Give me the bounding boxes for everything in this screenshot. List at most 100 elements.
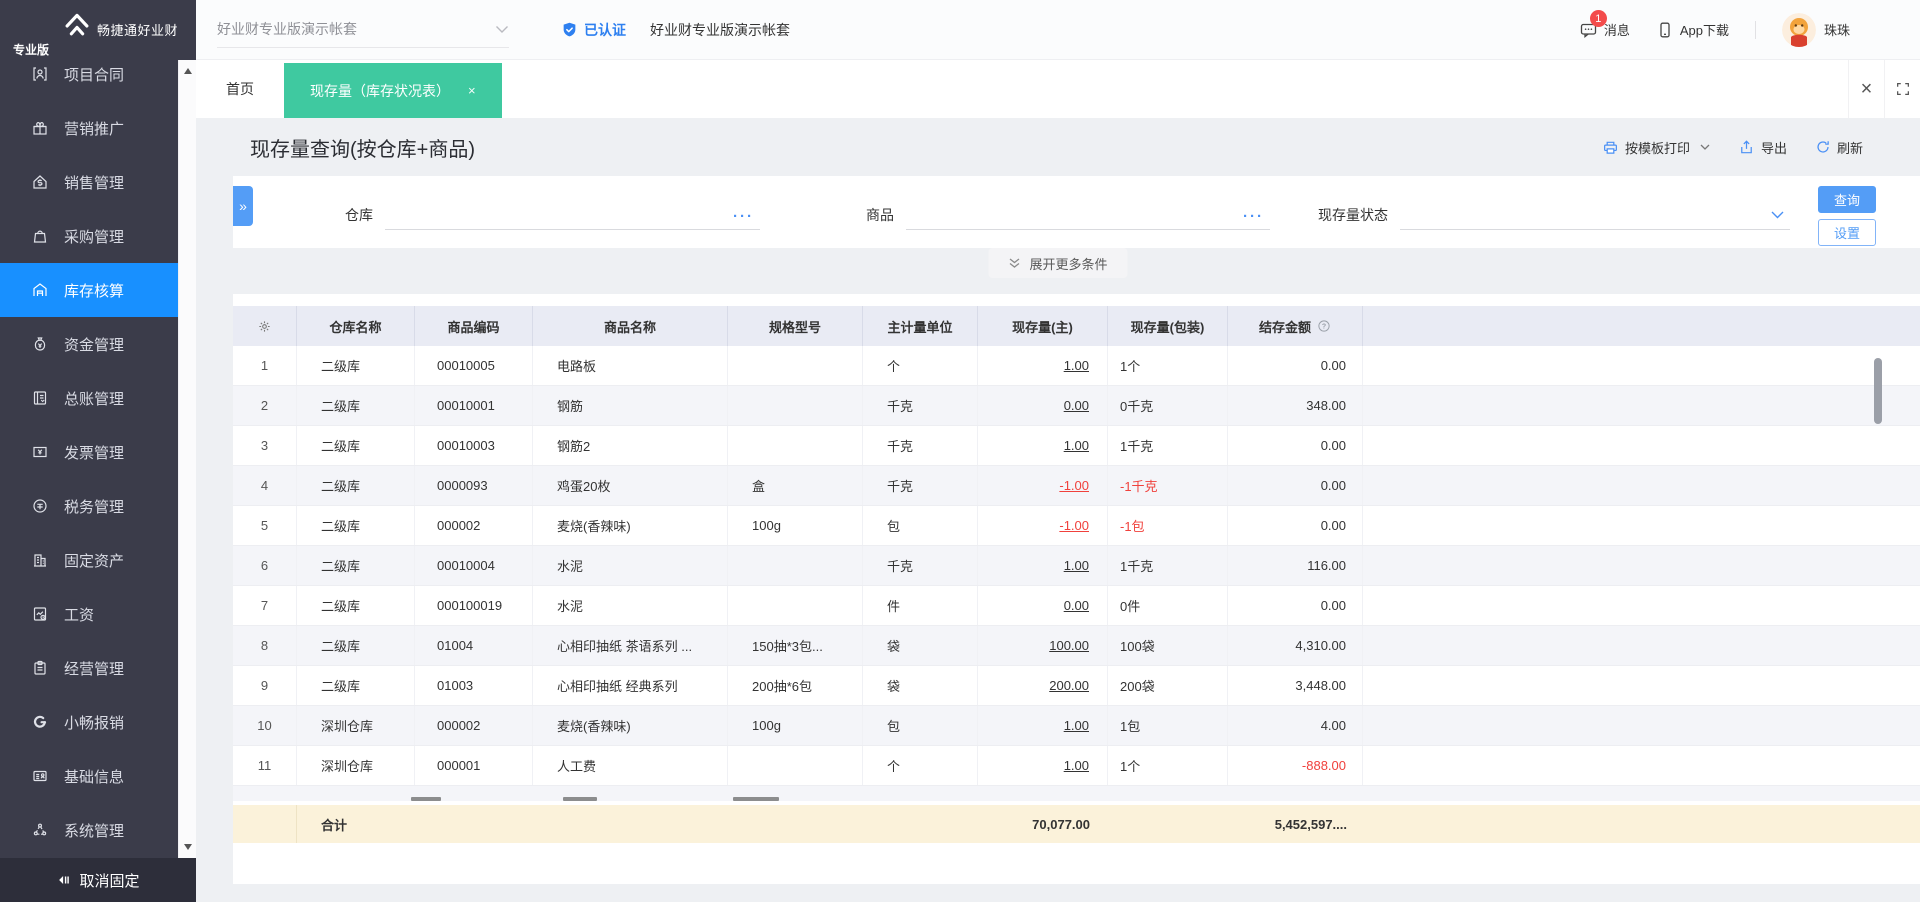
cell-product-name: 心相印抽纸 经典系列: [533, 666, 728, 705]
phone-icon: [1656, 21, 1674, 39]
sidebar-item-general-ledger[interactable]: 总账管理: [0, 371, 178, 425]
sidebar-item-purchase[interactable]: 采购管理: [0, 209, 178, 263]
sidebar-item-label: 系统管理: [64, 822, 125, 840]
filter-collapse-button[interactable]: »: [233, 186, 253, 226]
table-row[interactable]: 10 深圳仓库 000002 麦烧(香辣味) 100g 包 1.00 1包 4.00: [233, 706, 1920, 746]
cell-qty-main: 1.00: [978, 346, 1108, 385]
header-name[interactable]: 商品名称: [533, 306, 728, 346]
table-row[interactable]: 6 二级库 00010004 水泥 千克 1.00 1千克 116.00: [233, 546, 1920, 586]
qty-main-link[interactable]: 200.00: [1049, 678, 1089, 693]
table-row[interactable]: 1 二级库 00010005 电路板 个 1.00 1个 0.00: [233, 346, 1920, 386]
sidebar-item-reimburse[interactable]: 小畅报销: [0, 695, 178, 749]
expand-more-conditions[interactable]: 展开更多条件: [988, 248, 1128, 278]
table-row[interactable]: 8 二级库 01004 心相印抽纸 茶语系列 ... 150抽*3包... 袋 100.00…: [233, 626, 1920, 666]
cell-qty-main: 200.00: [978, 666, 1108, 705]
refresh-button[interactable]: 刷新: [1815, 138, 1863, 157]
cell-warehouse-name: 二级库: [297, 586, 415, 625]
product-lookup-icon[interactable]: ···: [1243, 208, 1264, 225]
table-row[interactable]: 3 二级库 00010003 钢筋2 千克 1.00 1千克 0.00: [233, 426, 1920, 466]
qty-main-link[interactable]: 0.00: [1064, 598, 1089, 613]
column-settings-button[interactable]: [233, 306, 297, 346]
sidebar-item-invoice[interactable]: 发票管理: [0, 425, 178, 479]
account-set-value: 好业财专业版演示帐套: [217, 21, 357, 37]
sidebar-item-system[interactable]: 系统管理: [0, 803, 178, 857]
table-row[interactable]: 9 二级库 01003 心相印抽纸 经典系列 200抽*6包袋 200.00 200袋 3,4…: [233, 666, 1920, 706]
chevron-down-icon[interactable]: [1771, 211, 1784, 219]
sidebar-item-inventory[interactable]: 库存核算: [0, 263, 178, 317]
table-vertical-scrollbar[interactable]: [1874, 358, 1882, 424]
cell-qty-pack: 1包: [1108, 706, 1228, 745]
header-warehouse[interactable]: 仓库名称: [297, 306, 415, 346]
header-unit[interactable]: 主计量单位: [863, 306, 978, 346]
warehouse-lookup-icon[interactable]: ···: [733, 208, 754, 225]
sidebar-item-funds[interactable]: 资金管理: [0, 317, 178, 371]
table-row[interactable]: 2 二级库 00010001 钢筋 千克 0.00 0千克 348.00: [233, 386, 1920, 426]
warehouse-filter-input[interactable]: ···: [385, 194, 760, 230]
sidebar-item-project-contract[interactable]: 项目合同: [0, 60, 178, 101]
help-icon[interactable]: ?: [1317, 319, 1331, 333]
app-download-button[interactable]: App下载: [1656, 20, 1729, 39]
account-set-title: 好业财专业版演示帐套: [650, 21, 790, 38]
sidebar-item-label: 工资: [64, 606, 95, 624]
cell-spec-model: [728, 746, 863, 785]
query-button[interactable]: 查询: [1818, 186, 1876, 213]
header-code[interactable]: 商品编码: [415, 306, 533, 346]
qty-main-link[interactable]: 1.00: [1064, 718, 1089, 733]
cell-product-name: 鸡蛋20枚: [533, 466, 728, 505]
cell-row-index: 3: [233, 426, 297, 465]
qty-main-link[interactable]: 1.00: [1064, 438, 1089, 453]
scroll-down-icon[interactable]: [184, 844, 192, 850]
close-icon[interactable]: ×: [1848, 60, 1884, 118]
sidebar-item-tax[interactable]: 税务管理: [0, 479, 178, 533]
qty-main-link[interactable]: 1.00: [1064, 758, 1089, 773]
table-row[interactable]: 11 深圳仓库 000001 人工费 个 1.00 1个 -888.00: [233, 746, 1920, 786]
qty-main-link[interactable]: 0.00: [1064, 398, 1089, 413]
export-button[interactable]: 导出: [1738, 138, 1787, 157]
inventory-warehouse-icon: [31, 281, 49, 299]
cell-product-code: 000100019: [415, 586, 533, 625]
clipped-text-mark: [733, 797, 779, 801]
sidebar-item-operations[interactable]: 经营管理: [0, 641, 178, 695]
header-spec[interactable]: 规格型号: [728, 306, 863, 346]
refresh-label: 刷新: [1836, 140, 1863, 156]
tab-home[interactable]: 首页: [196, 60, 284, 118]
qty-main-link[interactable]: 1.00: [1064, 358, 1089, 373]
fullscreen-icon[interactable]: [1884, 60, 1920, 118]
system-nodes-icon: [31, 821, 49, 839]
header-qty-main[interactable]: 现存量(主): [978, 306, 1108, 346]
user-menu[interactable]: 珠珠: [1781, 12, 1850, 47]
account-set-select[interactable]: 好业财专业版演示帐套: [217, 12, 509, 48]
qty-main-link[interactable]: -1.00: [1059, 478, 1089, 493]
sidebar-item-marketing[interactable]: 营销推广: [0, 101, 178, 155]
topbar: 好业财专业版演示帐套 已认证 好业财专业版演示帐套 消息 1 App下载 珠珠: [196, 0, 1920, 60]
settings-button[interactable]: 设置: [1818, 219, 1876, 246]
sidebar-item-fixed-assets[interactable]: 固定资产: [0, 533, 178, 587]
sidebar-item-label: 资金管理: [64, 336, 125, 354]
tab-close-icon[interactable]: ×: [468, 83, 476, 98]
cell-balance-amount: 0.00: [1228, 466, 1363, 505]
sidebar-item-sales[interactable]: 销售管理: [0, 155, 178, 209]
header-qty-pack[interactable]: 现存量(包装): [1108, 306, 1228, 346]
product-filter-input[interactable]: ···: [906, 194, 1270, 230]
stock-status-select[interactable]: [1400, 194, 1790, 230]
cell-qty-main: -1.00: [978, 506, 1108, 545]
cell-product-name: 麦烧(香辣味): [533, 506, 728, 545]
qty-main-link[interactable]: 1.00: [1064, 558, 1089, 573]
qty-main-link[interactable]: 100.00: [1049, 638, 1089, 653]
cell-row-index: 4: [233, 466, 297, 505]
sidebar-item-payroll[interactable]: 工资: [0, 587, 178, 641]
scroll-up-icon[interactable]: [184, 68, 192, 74]
sidebar-item-label: 营销推广: [64, 120, 125, 138]
table-row[interactable]: 4 二级库 0000093 鸡蛋20枚盒千克 -1.00 -1千克 0.00: [233, 466, 1920, 506]
header-amount[interactable]: 结存金额 ?: [1228, 306, 1363, 346]
sidebar-scrollbar[interactable]: [178, 60, 196, 858]
unpin-sidebar-button[interactable]: 取消固定: [0, 858, 196, 902]
qty-main-link[interactable]: -1.00: [1059, 518, 1089, 533]
print-by-template-button[interactable]: 按模板打印: [1602, 138, 1710, 157]
tab-stock-report[interactable]: 现存量（库存状况表） ×: [284, 63, 502, 118]
sidebar-item-basic-info[interactable]: 基础信息: [0, 749, 178, 803]
table-row[interactable]: 7 二级库 000100019 水泥件 0.00 0件 0.00: [233, 586, 1920, 626]
sidebar-item-label: 总账管理: [64, 390, 125, 408]
messages-button[interactable]: 消息 1: [1579, 10, 1630, 39]
table-row[interactable]: 5 二级库 000002 麦烧(香辣味) 100g 包 -1.00 -1包 0.00: [233, 506, 1920, 546]
